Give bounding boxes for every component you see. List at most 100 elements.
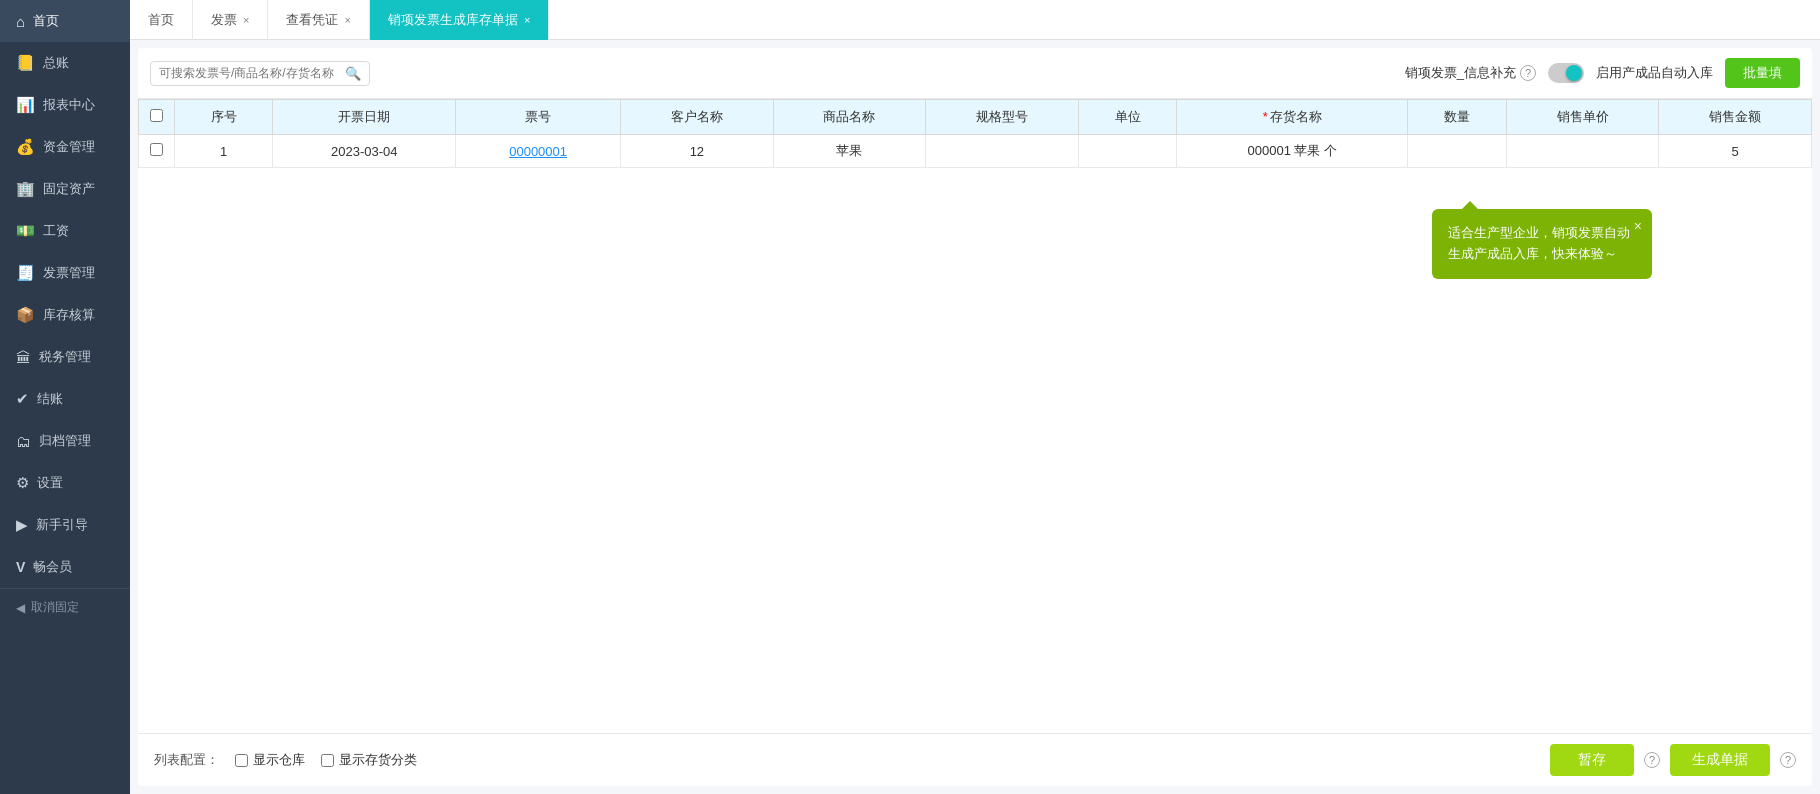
ledger-icon: 📒 [16,54,35,72]
tooltip-box: × 适合生产型企业，销项发票自动生成产成品入库，快来体验～ [1432,209,1652,279]
col-amount: 销售金额 [1659,100,1812,135]
pin-button[interactable]: ◀ 取消固定 [0,588,130,626]
sidebar-item-payroll[interactable]: 💵 工资 [0,210,130,252]
tab-home[interactable]: 首页 [130,0,193,40]
search-box[interactable]: 🔍 [150,61,370,86]
tab-invoice-label: 发票 [211,11,237,29]
col-product: 商品名称 [773,100,926,135]
col-seq: 序号 [175,100,273,135]
sidebar-item-label: 总账 [43,54,69,72]
footer-checkbox-group: 显示仓库 显示存货分类 [235,751,417,769]
info-help-icon[interactable]: ? [1520,65,1536,81]
toolbar-right: 销项发票_信息补充 ? 启用产成品自动入库 批量填 [1405,58,1800,88]
reports-icon: 📊 [16,96,35,114]
tab-stock-close[interactable]: × [524,14,530,26]
sidebar-item-label: 报表中心 [43,96,95,114]
select-all-checkbox[interactable] [150,109,163,122]
footer-right: 暂存 ? 生成单据 ? [1550,744,1796,776]
tab-voucher-label: 查看凭证 [286,11,338,29]
payroll-icon: 💵 [16,222,35,240]
sidebar-item-archive[interactable]: 🗂 归档管理 [0,420,130,462]
cell-date: 2023-03-04 [273,135,456,168]
col-unit-price: 销售单价 [1506,100,1659,135]
cell-stock-name[interactable]: 000001 苹果 个 [1177,135,1408,168]
closing-icon: ✔ [16,390,29,408]
show-category-checkbox[interactable] [321,754,334,767]
info-label: 销项发票_信息补充 ? [1405,64,1536,82]
tabs-bar: 首页 发票 × 查看凭证 × 销项发票生成库存单据 × [130,0,1820,40]
main-area: 首页 发票 × 查看凭证 × 销项发票生成库存单据 × 🔍 销项发票_信息补充 … [130,0,1820,794]
sidebar-item-ledger[interactable]: 📒 总账 [0,42,130,84]
sidebar-item-funds[interactable]: 💰 资金管理 [0,126,130,168]
col-stock-name: *存货名称 [1177,100,1408,135]
sidebar-item-label: 新手引导 [36,516,88,534]
table-container: 序号 开票日期 票号 客户名称 商品名称 规格型号 单位 *存货名称 数量 销售… [138,99,1812,733]
col-unit: 单位 [1078,100,1176,135]
tab-invoice[interactable]: 发票 × [193,0,268,40]
sidebar-item-inventory[interactable]: 📦 库存核算 [0,294,130,336]
sidebar-item-label: 工资 [43,222,69,240]
tab-voucher[interactable]: 查看凭证 × [268,0,369,40]
tab-stock-label: 销项发票生成库存单据 [388,11,518,29]
sidebar-item-label: 发票管理 [43,264,95,282]
row-checkbox-cell [139,135,175,168]
invoice-mgmt-icon: 🧾 [16,264,35,282]
guide-icon: ▶ [16,516,28,534]
tab-voucher-close[interactable]: × [344,14,350,26]
cell-amount: 5 [1659,135,1812,168]
funds-icon: 💰 [16,138,35,156]
cell-customer: 12 [621,135,774,168]
show-warehouse-checkbox[interactable] [235,754,248,767]
tab-invoice-close[interactable]: × [243,14,249,26]
auto-warehouse-toggle[interactable] [1548,63,1584,83]
save-help-icon[interactable]: ? [1644,752,1660,768]
sidebar-item-tax[interactable]: 🏛 税务管理 [0,336,130,378]
sidebar-item-assets[interactable]: 🏢 固定资产 [0,168,130,210]
cell-unit-price[interactable] [1506,135,1659,168]
show-warehouse-label: 显示仓库 [253,751,305,769]
generate-help-icon[interactable]: ? [1780,752,1796,768]
tab-stock[interactable]: 销项发票生成库存单据 × [370,0,549,40]
col-customer: 客户名称 [621,100,774,135]
pin-icon: ◀ [16,601,25,615]
sidebar-item-vip[interactable]: V 畅会员 [0,546,130,588]
settings-icon: ⚙ [16,474,29,492]
search-input[interactable] [159,66,341,80]
cell-invoice-no[interactable]: 00000001 [456,135,621,168]
cell-quantity[interactable] [1408,135,1506,168]
tooltip-text: 适合生产型企业，销项发票自动生成产成品入库，快来体验～ [1448,225,1630,261]
toggle-label: 启用产成品自动入库 [1596,64,1713,82]
inventory-icon: 📦 [16,306,35,324]
sidebar-item-settings[interactable]: ⚙ 设置 [0,462,130,504]
sidebar-item-label: 库存核算 [43,306,95,324]
row-checkbox[interactable] [150,143,163,156]
invoice-no-link[interactable]: 00000001 [509,144,567,159]
save-button[interactable]: 暂存 [1550,744,1634,776]
search-icon: 🔍 [345,66,361,81]
sidebar: ⌂ 首页 📒 总账 📊 报表中心 💰 资金管理 🏢 固定资产 💵 工资 🧾 发票… [0,0,130,794]
cell-seq: 1 [175,135,273,168]
show-category-checkbox-label[interactable]: 显示存货分类 [321,751,417,769]
archive-icon: 🗂 [16,433,31,450]
col-date: 开票日期 [273,100,456,135]
required-star: * [1263,109,1268,124]
sidebar-item-label: 结账 [37,390,63,408]
generate-button[interactable]: 生成单据 [1670,744,1770,776]
batch-fill-button[interactable]: 批量填 [1725,58,1800,88]
home-icon: ⌂ [16,13,25,30]
cell-unit [1078,135,1176,168]
sidebar-item-home[interactable]: ⌂ 首页 [0,0,130,42]
toggle-knob [1566,65,1582,81]
sidebar-item-reports[interactable]: 📊 报表中心 [0,84,130,126]
sidebar-item-closing[interactable]: ✔ 结账 [0,378,130,420]
col-invoice-no: 票号 [456,100,621,135]
sidebar-item-label: 归档管理 [39,432,91,450]
cell-spec [926,135,1079,168]
sidebar-item-label: 首页 [33,12,59,30]
col-quantity: 数量 [1408,100,1506,135]
show-warehouse-checkbox-label[interactable]: 显示仓库 [235,751,305,769]
sidebar-item-guide[interactable]: ▶ 新手引导 [0,504,130,546]
footer-config-label: 列表配置： [154,751,219,769]
tooltip-close-button[interactable]: × [1634,215,1642,237]
sidebar-item-invoice-mgmt[interactable]: 🧾 发票管理 [0,252,130,294]
